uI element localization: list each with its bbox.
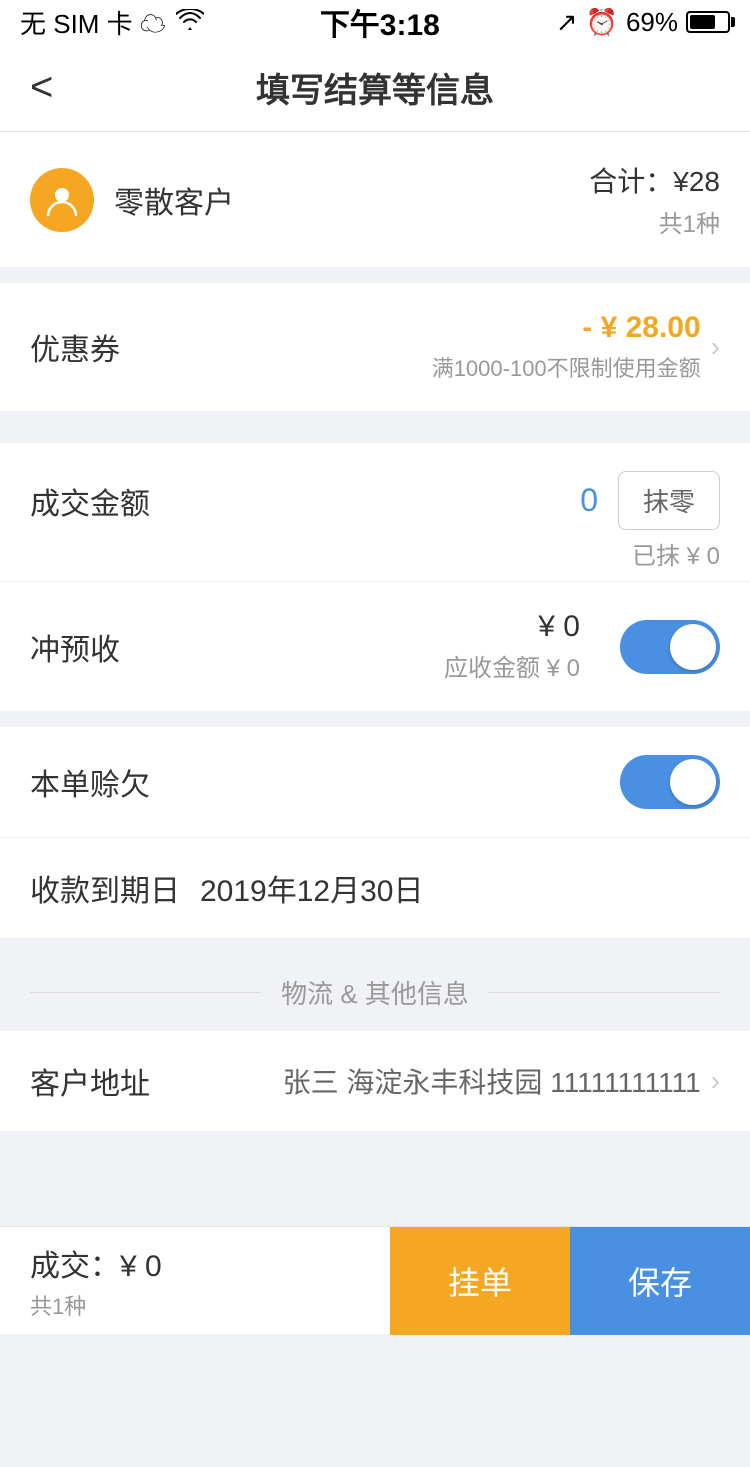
coupon-desc: 满1000-100不限制使用金额 xyxy=(432,351,701,383)
customer-card: 零散客户 合计：¥28 共1种 xyxy=(0,132,750,267)
credit-toggle-knob xyxy=(670,759,716,805)
bottom-summary: 成交：¥ 0 共1种 xyxy=(0,1241,390,1321)
prepaid-toggle[interactable] xyxy=(620,620,720,674)
deal-amount-right: 0 抹零 xyxy=(580,471,720,530)
deal-amount-row: 成交金额 0 抹零 已抹 ¥ 0 xyxy=(0,443,750,581)
wifi-icon xyxy=(176,7,204,38)
coupon-info: - ¥ 28.00 满1000-100不限制使用金额 xyxy=(432,311,701,383)
location-icon: ↗ xyxy=(556,7,578,38)
coupon-right: - ¥ 28.00 满1000-100不限制使用金额 › xyxy=(432,311,720,383)
due-date-label: 收款到期日 xyxy=(30,866,180,910)
coupon-amount: - ¥ 28.00 xyxy=(432,311,701,345)
alarm-icon: ⏰ xyxy=(586,7,618,38)
bottom-deal-amount: ¥ 0 xyxy=(120,1250,162,1283)
no-sim-text: 无 SIM 卡 ☁ xyxy=(20,4,166,41)
credit-section: 本单赊欠 收款到期日 2019年12月30日 xyxy=(0,727,750,938)
prepaid-sub: 应收金额 ¥ 0 xyxy=(444,648,580,683)
total-count: 共1种 xyxy=(589,204,720,239)
status-time: 下午3:18 xyxy=(320,0,440,44)
page-title: 填写结算等信息 xyxy=(256,63,494,112)
logistics-line-left xyxy=(30,992,261,993)
chevron-right-icon: › xyxy=(711,331,720,363)
section-separator-3 xyxy=(0,938,750,954)
due-date-row: 收款到期日 2019年12月30日 xyxy=(0,837,750,938)
coupon-label: 优惠券 xyxy=(30,325,120,369)
hold-button[interactable]: 挂单 xyxy=(390,1227,570,1335)
prepaid-row: 冲预收 ¥ 0 应收金额 ¥ 0 xyxy=(0,581,750,711)
round-zero-button[interactable]: 抹零 xyxy=(618,471,720,530)
section-separator-4 xyxy=(0,1131,750,1147)
deal-amount-value[interactable]: 0 xyxy=(580,482,598,519)
save-button[interactable]: 保存 xyxy=(570,1227,750,1335)
bottom-count: 共1种 xyxy=(30,1289,360,1321)
credit-label: 本单赊欠 xyxy=(30,760,150,804)
bottom-deal-label: 成交：¥ 0 xyxy=(30,1241,360,1285)
total-amount: 合计：¥28 xyxy=(589,160,720,200)
prepaid-label: 冲预收 xyxy=(30,625,120,669)
nav-bar: < 填写结算等信息 xyxy=(0,44,750,132)
address-row[interactable]: 客户地址 张三 海淀永丰科技园 11111111111 › xyxy=(0,1031,750,1131)
customer-summary: 合计：¥28 共1种 xyxy=(589,160,720,239)
address-value: 张三 海淀永丰科技园 11111111111 xyxy=(283,1061,701,1101)
deal-amount-sub: 已抹 ¥ 0 xyxy=(632,543,720,570)
status-left: 无 SIM 卡 ☁ xyxy=(20,4,204,41)
credit-toggle[interactable] xyxy=(620,755,720,809)
back-button[interactable]: < xyxy=(30,65,90,110)
address-right: 张三 海淀永丰科技园 11111111111 › xyxy=(283,1061,720,1101)
battery-percent: 69% xyxy=(626,7,678,38)
logistics-header: 物流 & 其他信息 xyxy=(0,954,750,1031)
avatar xyxy=(30,168,94,232)
status-bar: 无 SIM 卡 ☁ 下午3:18 ↗ ⏰ 69% xyxy=(0,0,750,44)
logistics-line-right xyxy=(489,992,720,993)
prepaid-info: ¥ 0 应收金额 ¥ 0 xyxy=(444,610,580,683)
section-separator-1 xyxy=(0,427,750,443)
deal-amount-label: 成交金额 xyxy=(30,479,150,523)
customer-name: 零散客户 xyxy=(114,178,234,222)
credit-row: 本单赊欠 xyxy=(0,727,750,837)
bottom-bar: 成交：¥ 0 共1种 挂单 保存 xyxy=(0,1226,750,1334)
address-chevron-icon: › xyxy=(711,1065,720,1097)
section-separator-2 xyxy=(0,711,750,727)
customer-left: 零散客户 xyxy=(30,168,234,232)
customer-row: 零散客户 合计：¥28 共1种 xyxy=(0,132,750,267)
address-label: 客户地址 xyxy=(30,1059,150,1103)
due-date-value[interactable]: 2019年12月30日 xyxy=(200,866,423,910)
status-right: ↗ ⏰ 69% xyxy=(556,7,730,38)
logistics-text: 物流 & 其他信息 xyxy=(281,974,469,1011)
battery-icon xyxy=(686,11,730,33)
toggle-knob xyxy=(670,624,716,670)
coupon-row[interactable]: 优惠券 - ¥ 28.00 满1000-100不限制使用金额 › xyxy=(0,283,750,411)
form-section-1: 成交金额 0 抹零 已抹 ¥ 0 冲预收 ¥ 0 应收金额 ¥ 0 xyxy=(0,443,750,711)
prepaid-amount: ¥ 0 xyxy=(444,610,580,644)
coupon-card: 优惠券 - ¥ 28.00 满1000-100不限制使用金额 › xyxy=(0,283,750,411)
